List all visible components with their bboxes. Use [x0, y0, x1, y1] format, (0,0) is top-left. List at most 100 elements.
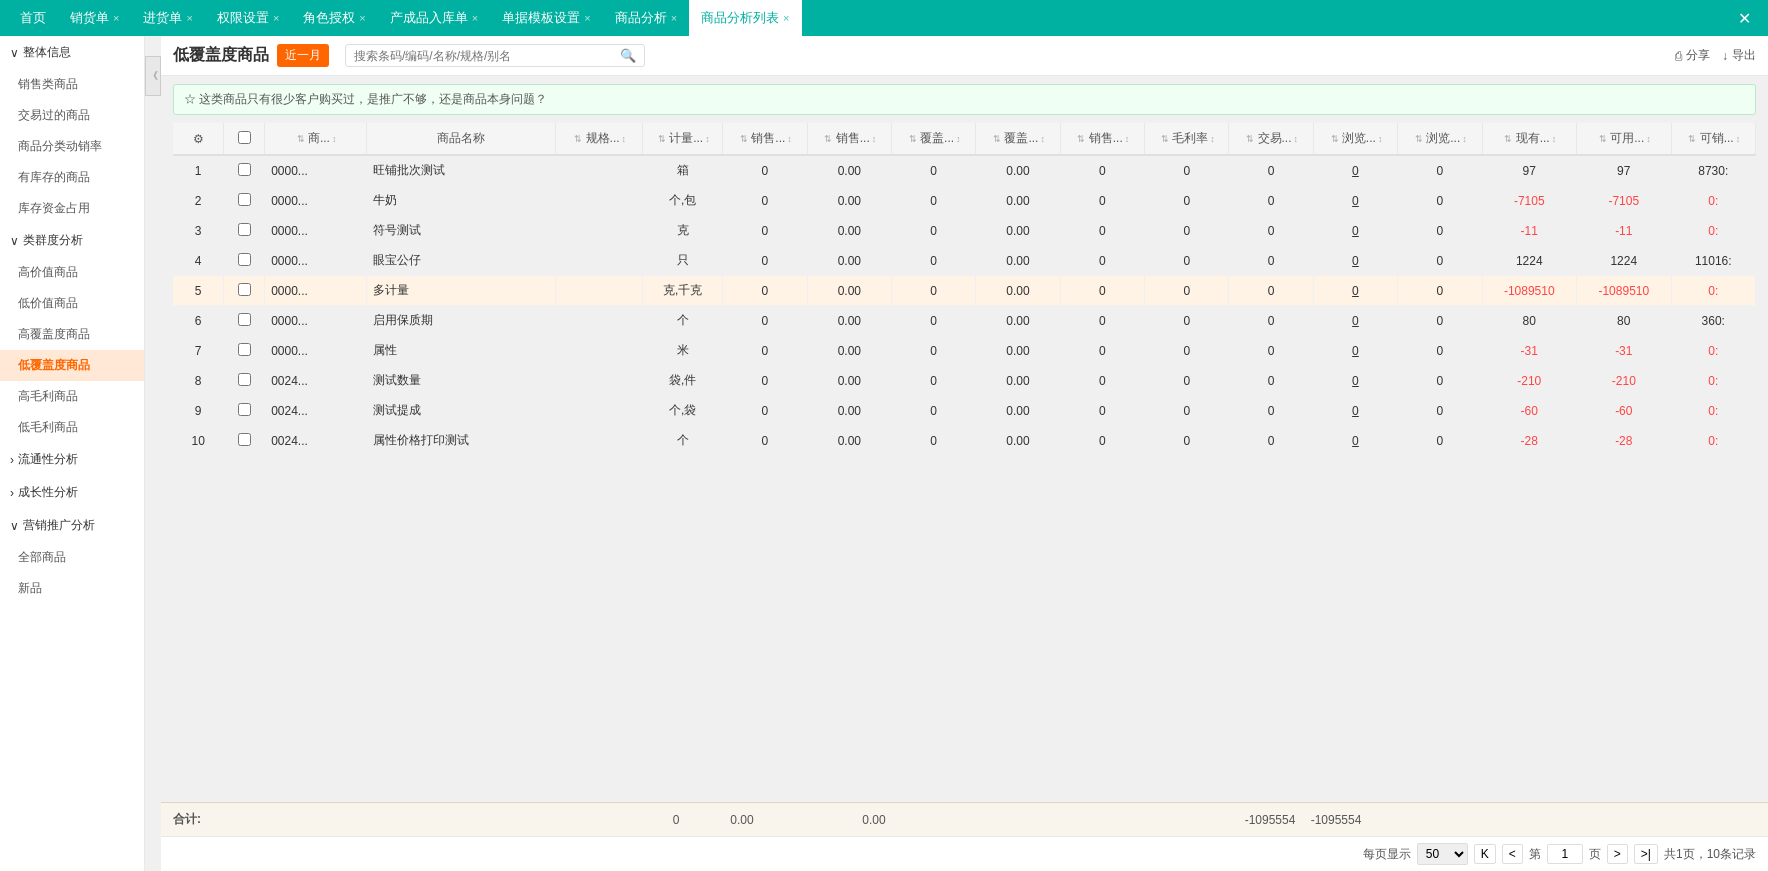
trade-column-header[interactable]: ⇅ 交易...↕ — [1229, 123, 1313, 155]
row-checkbox[interactable] — [224, 276, 265, 306]
row-browse1[interactable]: 0 — [1313, 426, 1397, 456]
next-page-button[interactable]: > — [1607, 844, 1628, 864]
row-select-checkbox[interactable] — [238, 313, 251, 326]
row-checkbox[interactable] — [224, 336, 265, 366]
row-browse1[interactable]: 0 — [1313, 155, 1397, 186]
name-column-header[interactable]: 商品名称 — [366, 123, 555, 155]
sidebar-item-low-gross[interactable]: 低毛利商品 — [0, 412, 144, 443]
first-page-button[interactable]: K — [1474, 844, 1496, 864]
sidebar-section-marketing[interactable]: ∨ 营销推广分析 — [0, 509, 144, 542]
browse1-column-header[interactable]: ⇅ 浏览...↕ — [1313, 123, 1397, 155]
date-filter-button[interactable]: 近一月 — [277, 44, 329, 67]
sidebar-section-overview[interactable]: ∨ 整体信息 — [0, 36, 144, 69]
row-browse1[interactable]: 0 — [1313, 336, 1397, 366]
search-input[interactable] — [354, 49, 620, 63]
sales-days-column-header[interactable]: ⇅ 销售...↕ — [1060, 123, 1144, 155]
sidebar-item-stock-goods[interactable]: 有库存的商品 — [0, 162, 144, 193]
nav-purchase-order[interactable]: 进货单 × — [131, 0, 204, 36]
nav-goods-analysis-close[interactable]: × — [671, 12, 677, 24]
nav-permissions[interactable]: 权限设置 × — [205, 0, 291, 36]
row-select-checkbox[interactable] — [238, 283, 251, 296]
check-column-header[interactable] — [224, 123, 265, 155]
nav-goods-analysis[interactable]: 商品分析 × — [603, 0, 689, 36]
code-column-header[interactable]: ⇅ 商...↕ — [265, 123, 367, 155]
row-checkbox[interactable] — [224, 155, 265, 186]
search-icon[interactable]: 🔍 — [620, 48, 636, 63]
nav-permissions-close[interactable]: × — [273, 12, 279, 24]
row-gross-rate: 0 — [1145, 336, 1229, 366]
select-all-checkbox[interactable] — [238, 131, 251, 144]
sidebar-section-cluster[interactable]: ∨ 类群度分析 — [0, 224, 144, 257]
row-checkbox[interactable] — [224, 216, 265, 246]
row-checkbox[interactable] — [224, 306, 265, 336]
nav-product-inbound[interactable]: 产成品入库单 × — [378, 0, 490, 36]
sidebar-section-liquidity[interactable]: › 流通性分析 — [0, 443, 144, 476]
nav-sales-order[interactable]: 销货单 × — [58, 0, 131, 36]
unit-column-header[interactable]: ⇅ 计量...↕ — [643, 123, 723, 155]
nav-purchase-close[interactable]: × — [186, 12, 192, 24]
row-checkbox[interactable] — [224, 366, 265, 396]
row-select-checkbox[interactable] — [238, 193, 251, 206]
row-sellable: 0: — [1671, 216, 1755, 246]
nav-goods-list-close[interactable]: × — [783, 12, 789, 24]
share-button[interactable]: ⎙ 分享 — [1675, 47, 1710, 64]
row-select-checkbox[interactable] — [238, 253, 251, 266]
row-select-checkbox[interactable] — [238, 433, 251, 446]
sidebar-item-new-goods[interactable]: 新品 — [0, 573, 144, 604]
row-browse1[interactable]: 0 — [1313, 216, 1397, 246]
row-browse1[interactable]: 0 — [1313, 246, 1397, 276]
sidebar-item-category-rate[interactable]: 商品分类动销率 — [0, 131, 144, 162]
nav-role-auth[interactable]: 角色授权 × — [291, 0, 377, 36]
row-browse1[interactable]: 0 — [1313, 306, 1397, 336]
prev-page-button[interactable]: < — [1502, 844, 1523, 864]
row-checkbox[interactable] — [224, 246, 265, 276]
nav-role-close[interactable]: × — [359, 12, 365, 24]
row-checkbox[interactable] — [224, 186, 265, 216]
sidebar-item-high-coverage[interactable]: 高覆盖度商品 — [0, 319, 144, 350]
nav-template-settings[interactable]: 单据模板设置 × — [490, 0, 602, 36]
row-browse1[interactable]: 0 — [1313, 366, 1397, 396]
sidebar-item-all-goods[interactable]: 全部商品 — [0, 542, 144, 573]
sidebar-item-stock-capital[interactable]: 库存资金占用 — [0, 193, 144, 224]
sales-qty-column-header[interactable]: ⇅ 销售...↕ — [723, 123, 807, 155]
window-close-button[interactable]: ✕ — [1728, 0, 1760, 36]
nav-product-inbound-close[interactable]: × — [472, 12, 478, 24]
sidebar-item-traded-goods[interactable]: 交易过的商品 — [0, 100, 144, 131]
sidebar-item-high-value[interactable]: 高价值商品 — [0, 257, 144, 288]
current-column-header[interactable]: ⇅ 现有...↕ — [1482, 123, 1577, 155]
row-checkbox[interactable] — [224, 396, 265, 426]
sidebar-section-growth[interactable]: › 成长性分析 — [0, 476, 144, 509]
sidebar-item-low-coverage[interactable]: 低覆盖度商品 — [0, 350, 144, 381]
nav-home[interactable]: 首页 — [8, 0, 58, 36]
sidebar-collapse-button[interactable]: 《 — [145, 56, 161, 96]
nav-goods-analysis-list[interactable]: 商品分析列表 × — [689, 0, 801, 36]
row-select-checkbox[interactable] — [238, 163, 251, 176]
cov1-column-header[interactable]: ⇅ 覆盖...↕ — [891, 123, 975, 155]
row-browse1[interactable]: 0 — [1313, 276, 1397, 306]
row-browse1[interactable]: 0 — [1313, 186, 1397, 216]
row-browse1[interactable]: 0 — [1313, 396, 1397, 426]
sales-amt-column-header[interactable]: ⇅ 销售...↕ — [807, 123, 891, 155]
export-button[interactable]: ↓ 导出 — [1722, 47, 1756, 64]
cov2-column-header[interactable]: ⇅ 覆盖...↕ — [976, 123, 1060, 155]
page-number-input[interactable] — [1547, 844, 1583, 864]
last-page-button[interactable]: >| — [1634, 844, 1658, 864]
row-select-checkbox[interactable] — [238, 373, 251, 386]
settings-column-header[interactable]: ⚙ — [173, 123, 224, 155]
sellable-column-header[interactable]: ⇅ 可销...↕ — [1671, 123, 1755, 155]
row-select-checkbox[interactable] — [238, 223, 251, 236]
sidebar-item-sales-goods[interactable]: 销售类商品 — [0, 69, 144, 100]
nav-sales-order-close[interactable]: × — [113, 12, 119, 24]
gross-rate-column-header[interactable]: ⇅ 毛利率↕ — [1145, 123, 1229, 155]
row-select-checkbox[interactable] — [238, 403, 251, 416]
nav-template-close[interactable]: × — [584, 12, 590, 24]
available-column-header[interactable]: ⇅ 可用...↕ — [1577, 123, 1672, 155]
sidebar-item-low-value[interactable]: 低价值商品 — [0, 288, 144, 319]
row-select-checkbox[interactable] — [238, 343, 251, 356]
browse2-column-header[interactable]: ⇅ 浏览...↕ — [1398, 123, 1482, 155]
row-checkbox[interactable] — [224, 426, 265, 456]
sidebar-item-high-gross[interactable]: 高毛利商品 — [0, 381, 144, 412]
top-nav: 首页 销货单 × 进货单 × 权限设置 × 角色授权 × 产成品入库单 × 单据… — [0, 0, 1768, 36]
spec-column-header[interactable]: ⇅ 规格...↕ — [556, 123, 643, 155]
per-page-select[interactable]: 50 20 100 200 — [1417, 843, 1468, 865]
